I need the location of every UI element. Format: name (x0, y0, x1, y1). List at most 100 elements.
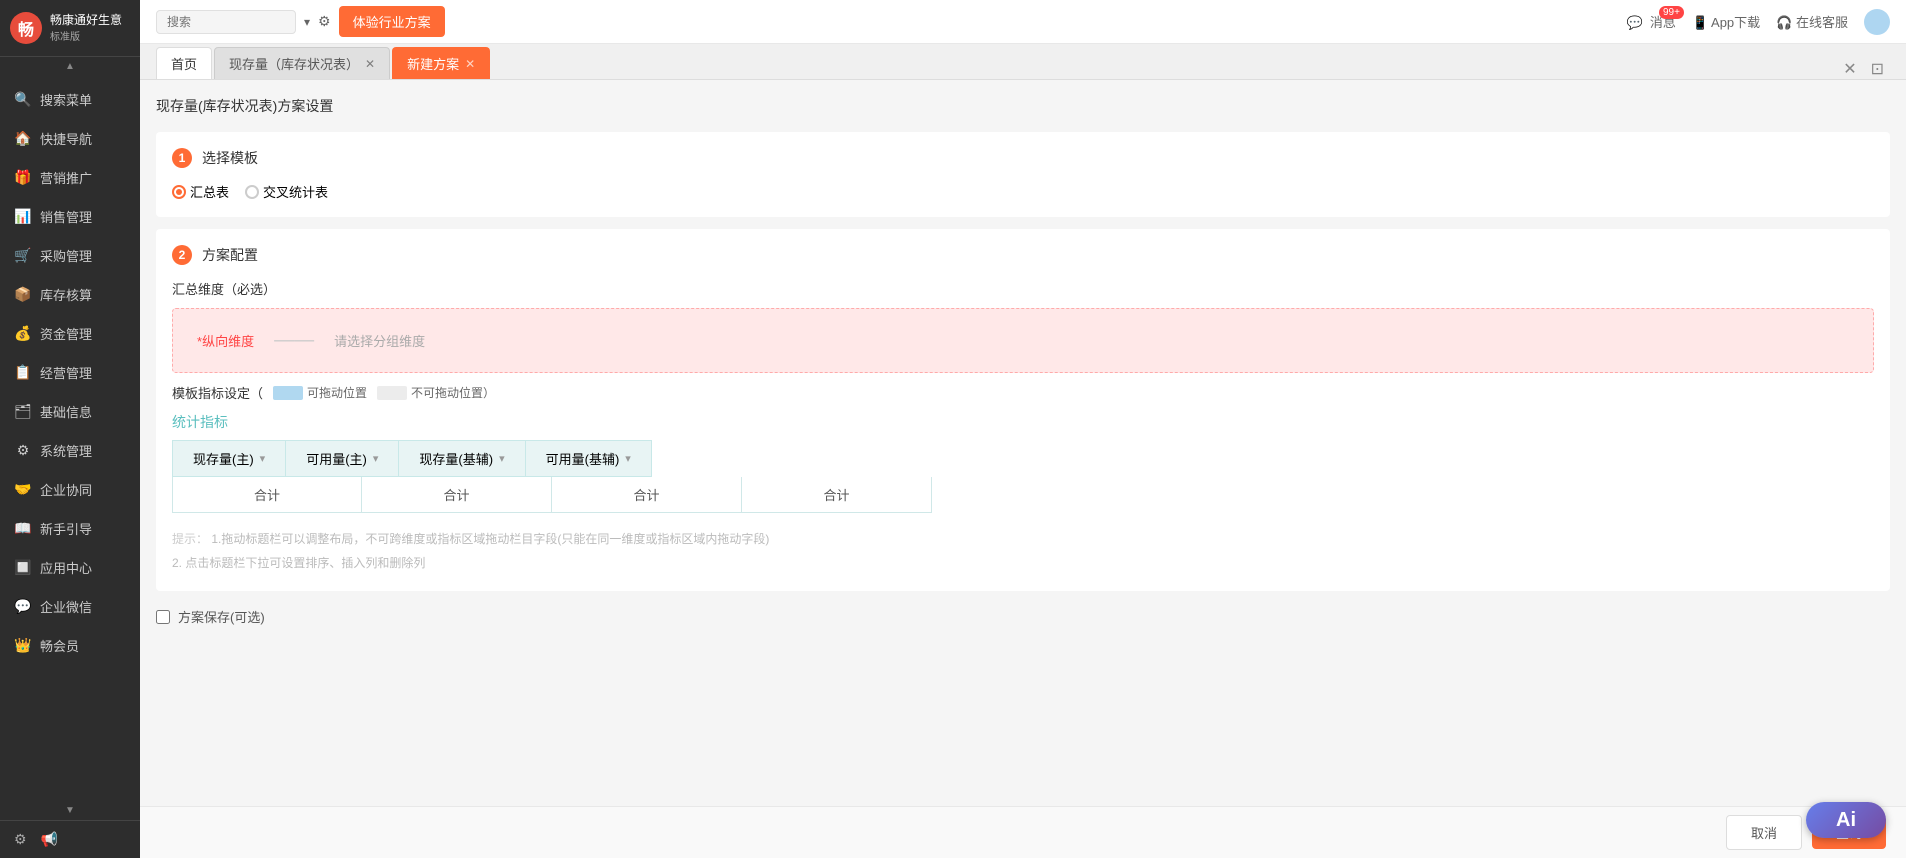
sidebar-item-management[interactable]: 📋 经营管理 (0, 353, 140, 392)
sidebar-item-inventory[interactable]: 📦 库存核算 (0, 275, 140, 314)
sidebar: 畅 畅康通好生意 标准版 ▲ 🔍 搜索菜单 🏠 快捷导航 🎁 营销推广 📊 销售… (0, 0, 140, 858)
expand-icon[interactable]: ⊡ (1865, 59, 1890, 79)
table-header-row: 现存量(主) ▾ 可用量(主) ▾ 现存量(基辅) ▾ 可用量(基辅) (172, 440, 1874, 477)
sidebar-item-member[interactable]: 👑 畅会员 (0, 626, 140, 665)
ai-badge[interactable]: Ai (1806, 802, 1886, 838)
non-draggable-label: 不可拖动位置） (411, 384, 495, 401)
folder-icon: 🗂 (14, 403, 32, 420)
app-download-btn[interactable]: 📱 App下载 (1692, 12, 1760, 31)
sidebar-item-label: 应用中心 (40, 558, 92, 577)
indicator-settings-label: 模板指标设定（ 可拖动位置 不可拖动位置） (172, 383, 1874, 402)
tip-item-1: 1.拖动标题栏可以调整布局，不可跨维度或指标区域拖动栏目字段(只能在同一维度或指… (211, 532, 769, 546)
app-download-label: App下载 (1711, 15, 1760, 30)
message-icon: 💬 (1626, 15, 1642, 30)
sidebar-item-appcenter[interactable]: 🔲 应用中心 (0, 548, 140, 587)
table-header-col4[interactable]: 可用量(基辅) ▾ (526, 440, 652, 477)
home-icon: 🏠 (14, 130, 32, 147)
topbar-right: 💬 99+ 消息 📱 App下载 🎧 在线客服 (1626, 9, 1890, 35)
tab-home[interactable]: 首页 (156, 47, 212, 79)
sidebar-scroll-up[interactable]: ▲ (0, 57, 140, 76)
col2-dropdown-icon[interactable]: ▾ (373, 452, 379, 465)
radio-cross-label: 交叉统计表 (263, 182, 328, 201)
col3-label: 现存量(基辅) (419, 449, 493, 468)
online-service-btn[interactable]: 🎧 在线客服 (1776, 12, 1848, 31)
sidebar-nav: 🔍 搜索菜单 🏠 快捷导航 🎁 营销推广 📊 销售管理 🛒 采购管理 📦 库存核… (0, 76, 140, 801)
topbar: ▾ ⚙ 体验行业方案 💬 99+ 消息 📱 App下载 🎧 在线客服 (140, 0, 1906, 44)
sidebar-item-basic[interactable]: 🗂 基础信息 (0, 392, 140, 431)
handshake-icon: 🤝 (14, 481, 32, 498)
book-icon: 📖 (14, 520, 32, 537)
cancel-button[interactable]: 取消 (1726, 815, 1802, 850)
chart-icon: 📊 (14, 208, 32, 225)
sidebar-item-marketing[interactable]: 🎁 营销推广 (0, 158, 140, 197)
table-header-col2[interactable]: 可用量(主) ▾ (286, 440, 399, 477)
tab-inventory[interactable]: 现存量（库存状况表） ✕ (214, 47, 390, 79)
tab-new-plan[interactable]: 新建方案 ✕ (392, 47, 490, 79)
sidebar-item-guide[interactable]: 📖 新手引导 (0, 509, 140, 548)
template-radio-group: 汇总表 交叉统计表 (172, 182, 1874, 201)
sidebar-item-purchase[interactable]: 🛒 采购管理 (0, 236, 140, 275)
gear-icon: ⚙ (14, 442, 32, 459)
save-checkbox[interactable] (156, 610, 170, 624)
sidebar-item-label: 基础信息 (40, 402, 92, 421)
section1-title: 选择模板 (202, 148, 258, 168)
col1-label: 现存量(主) (193, 449, 254, 468)
radio-summary-label: 汇总表 (190, 182, 229, 201)
radio-cross-circle (245, 185, 259, 199)
gift-icon: 🎁 (14, 169, 32, 186)
footer-bar: 取消 查询 (140, 806, 1906, 858)
settings-footer-icon[interactable]: ⚙ (14, 831, 27, 848)
draggable-label: 可拖动位置 (307, 384, 367, 401)
save-option: 方案保存(可选) (156, 607, 1890, 626)
sidebar-scroll-down[interactable]: ▼ (0, 801, 140, 820)
money-icon: 💰 (14, 325, 32, 342)
table-cell-col2: 合计 (362, 477, 552, 513)
speaker-icon[interactable]: 📢 (41, 831, 58, 848)
trial-btn[interactable]: 体验行业方案 (339, 6, 445, 37)
col4-dropdown-icon[interactable]: ▾ (625, 452, 631, 465)
topbar-settings-icon[interactable]: ⚙ (318, 13, 331, 30)
radio-cross[interactable]: 交叉统计表 (245, 182, 328, 201)
col4-label: 可用量(基辅) (546, 449, 620, 468)
logo-text: 畅康通好生意 标准版 (50, 13, 122, 44)
page-title: 现存量(库存状况表)方案设置 (156, 96, 1890, 116)
drag-box-indicator (273, 386, 303, 400)
table-header-col1[interactable]: 现存量(主) ▾ (172, 440, 286, 477)
sidebar-item-label: 营销推广 (40, 168, 92, 187)
table-data-row: 合计 合计 合计 合计 (172, 477, 1874, 513)
messages-btn[interactable]: 💬 99+ 消息 (1626, 12, 1675, 31)
sidebar-item-finance[interactable]: 💰 资金管理 (0, 314, 140, 353)
sidebar-item-wechat[interactable]: 💬 企业微信 (0, 587, 140, 626)
radio-summary-circle (172, 185, 186, 199)
sidebar-item-sales[interactable]: 📊 销售管理 (0, 197, 140, 236)
tab-new-plan-label: 新建方案 (407, 54, 459, 73)
sidebar-item-label: 采购管理 (40, 246, 92, 265)
search-icon: 🔍 (14, 91, 32, 108)
close-panel-icon[interactable]: ✕ (1835, 59, 1864, 79)
search-input[interactable] (156, 10, 296, 34)
sidebar-item-label: 搜索菜单 (40, 90, 92, 109)
radio-summary[interactable]: 汇总表 (172, 182, 229, 201)
table-header-col3[interactable]: 现存量(基辅) ▾ (399, 440, 525, 477)
tab-inventory-label: 现存量（库存状况表） (229, 54, 359, 73)
content-area: 现存量(库存状况表)方案设置 1 选择模板 汇总表 交叉统计表 (140, 80, 1906, 806)
tips-section: 提示： 1.拖动标题栏可以调整布局，不可跨维度或指标区域拖动栏目字段(只能在同一… (172, 527, 1874, 575)
tab-inventory-close-icon[interactable]: ✕ (365, 57, 375, 71)
sidebar-item-system[interactable]: ⚙ 系统管理 (0, 431, 140, 470)
col3-dropdown-icon[interactable]: ▾ (499, 452, 505, 465)
user-avatar[interactable] (1864, 9, 1890, 35)
sidebar-item-label: 快捷导航 (40, 129, 92, 148)
col1-dropdown-icon[interactable]: ▾ (260, 452, 266, 465)
sidebar-item-search[interactable]: 🔍 搜索菜单 (0, 80, 140, 119)
sidebar-item-label: 畅会员 (40, 636, 79, 655)
dimension-selector[interactable]: *纵向维度 —— 请选择分组维度 (172, 308, 1874, 373)
draggable-hint: 可拖动位置 (273, 384, 367, 401)
sidebar-item-cooperation[interactable]: 🤝 企业协同 (0, 470, 140, 509)
dropdown-arrow-icon[interactable]: ▾ (304, 15, 310, 29)
stats-table-wrapper: 现存量(主) ▾ 可用量(主) ▾ 现存量(基辅) ▾ 可用量(基辅) (172, 440, 1874, 513)
online-service-label: 在线客服 (1796, 15, 1848, 30)
section-config: 2 方案配置 汇总维度（必选） *纵向维度 —— 请选择分组维度 模板指标设定（… (156, 229, 1890, 591)
sidebar-item-quicknav[interactable]: 🏠 快捷导航 (0, 119, 140, 158)
tab-new-plan-close-icon[interactable]: ✕ (465, 57, 475, 71)
grid-icon: 🔲 (14, 559, 32, 576)
